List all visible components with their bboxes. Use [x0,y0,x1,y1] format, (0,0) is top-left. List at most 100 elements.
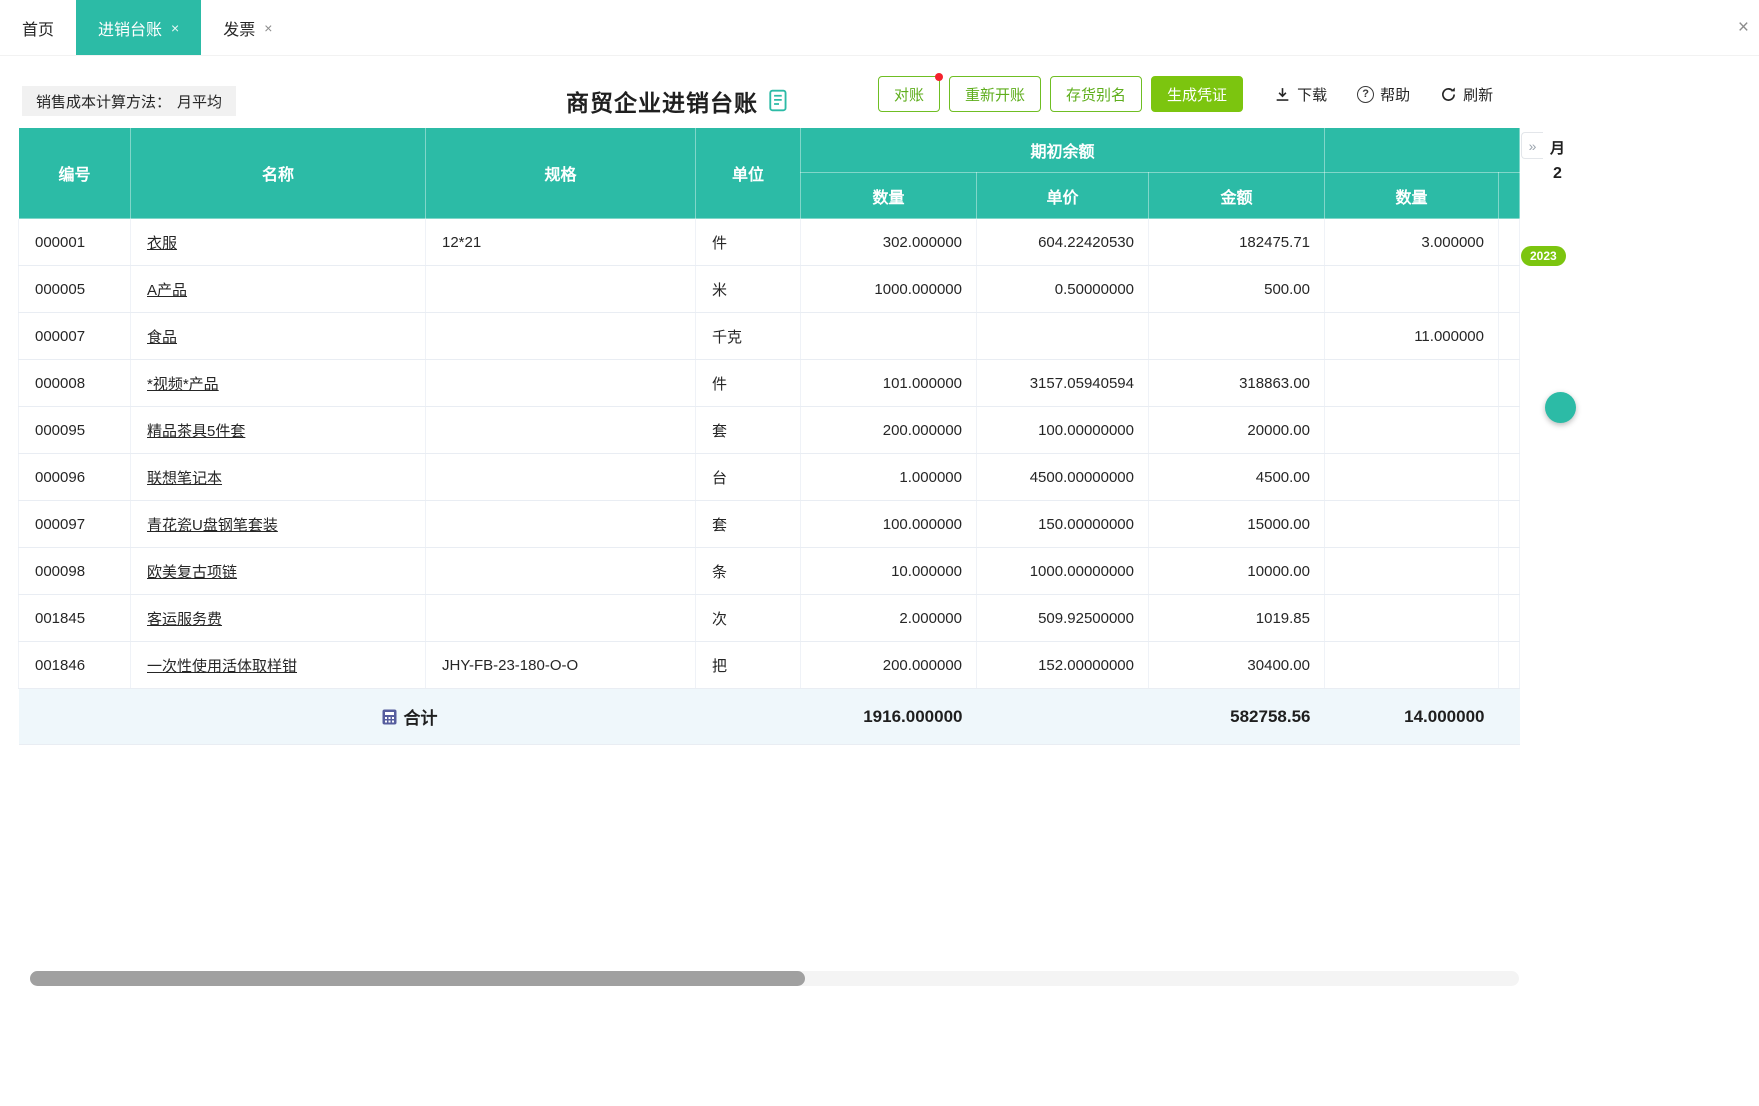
item-name-link[interactable]: 精品茶具5件套 [147,423,245,440]
tab-purchase-sale-ledger[interactable]: 进销台账 × [76,0,202,55]
col-header-code: 编号 [18,127,131,219]
horizontal-scrollbar-thumb[interactable] [30,971,805,986]
cell-opening-price [976,312,1149,360]
year-badge[interactable]: 2023 [1521,246,1566,266]
cell-partial [1498,641,1520,689]
app-window: 首页 进销台账 × 发票 × × 销售成本计算方法： 月平均 商贸企业进销台账 … [0,0,1759,1106]
cell-opening-amount: 20000.00 [1148,406,1325,454]
cell-name: 联想笔记本 [130,453,426,501]
download-button[interactable]: 下载 [1274,84,1327,105]
cell-code: 001845 [18,594,131,642]
cell-code: 000098 [18,547,131,595]
refresh-icon [1440,86,1457,103]
cell-code: 001846 [18,641,131,689]
table-row: 001846 一次性使用活体取样钳 JHY-FB-23-180-O-O 把 20… [18,641,1520,689]
cell-opening-qty: 200.000000 [800,406,977,454]
tab-close-icon[interactable]: × [264,21,272,35]
cell-spec [425,312,696,360]
tab-invoice-label: 发票 [223,21,256,39]
group-header-next-period [1324,127,1520,173]
inventory-alias-label: 存货别名 [1066,86,1127,104]
cell-name: A产品 [130,265,426,313]
refresh-button[interactable]: 刷新 [1440,84,1493,105]
cell-opening-price: 3157.05940594 [976,359,1149,407]
cell-opening-amount: 30400.00 [1148,641,1325,689]
cell-spec [425,547,696,595]
cell-code: 000096 [18,453,131,501]
cell-period-qty [1324,641,1499,689]
text-buttons: 下载 ? 帮助 刷新 [1274,84,1493,105]
cell-period-qty: 3.000000 [1324,218,1499,266]
cell-opening-qty: 1000.000000 [800,265,977,313]
reopen-books-button[interactable]: 重新开账 [949,76,1042,112]
cell-period-qty [1324,265,1499,313]
cell-opening-qty: 2.000000 [800,594,977,642]
cell-unit: 米 [695,265,801,313]
col-header-partial [1498,172,1520,219]
cell-opening-price: 604.22420530 [976,218,1149,266]
cell-opening-price: 152.00000000 [976,641,1149,689]
cell-spec: 12*21 [425,218,696,266]
cell-unit: 把 [695,641,801,689]
cell-spec [425,265,696,313]
cell-name: 一次性使用活体取样钳 [130,641,426,689]
inventory-alias-button[interactable]: 存货别名 [1050,76,1143,112]
cell-opening-qty: 10.000000 [800,547,977,595]
cell-partial [1498,547,1520,595]
toolbar-actions: 对账 重新开账 存货别名 生成凭证 下载 ? 帮助 刷新 [878,73,1493,112]
table-body: 000001 衣服 12*21 件 302.000000 604.2242053… [18,218,1520,689]
cell-opening-amount: 4500.00 [1148,453,1325,501]
total-label-cell: 合计 [18,688,801,745]
calculator-icon [382,709,397,725]
cell-opening-amount: 10000.00 [1148,547,1325,595]
help-button[interactable]: ? 帮助 [1357,84,1410,105]
table-row: 000096 联想笔记本 台 1.000000 4500.00000000 45… [18,453,1520,501]
total-partial [1498,688,1520,745]
reconcile-button[interactable]: 对账 [878,73,944,112]
cell-period-qty [1324,406,1499,454]
item-name-link[interactable]: 客运服务费 [147,611,222,628]
cell-spec: JHY-FB-23-180-O-O [425,641,696,689]
item-name-link[interactable]: 欧美复古项链 [147,564,237,581]
document-icon[interactable] [768,89,790,113]
reopen-label: 重新开账 [965,86,1026,104]
cell-name: 青花瓷U盘钢笔套装 [130,500,426,548]
tab-close-icon[interactable]: × [171,21,179,35]
cell-opening-qty: 302.000000 [800,218,977,266]
tab-invoice[interactable]: 发票 × [201,0,294,55]
col-header-name: 名称 [130,127,426,219]
cell-opening-qty: 100.000000 [800,500,977,548]
item-name-link[interactable]: 一次性使用活体取样钳 [147,658,297,675]
cell-period-qty [1324,547,1499,595]
item-name-link[interactable]: 食品 [147,329,177,346]
panel-collapse-handle[interactable]: » [1521,132,1543,159]
ledger-table: 编号 名称 规格 单位 期初余额 数量 单价 金额 数量 000001 衣服 1… [18,127,1520,745]
notification-dot [935,73,944,81]
tabbar-close-icon[interactable]: × [1738,0,1749,56]
col-header-opening-amount: 金额 [1148,172,1325,219]
cell-unit: 条 [695,547,801,595]
cell-period-qty [1324,500,1499,548]
item-name-link[interactable]: *视频*产品 [147,376,219,393]
page-title-text: 商贸企业进销台账 [566,90,758,116]
item-name-link[interactable]: A产品 [147,282,187,299]
cost-method-value: 月平均 [177,93,223,111]
item-name-link[interactable]: 联想笔记本 [147,470,222,487]
table-row: 000005 A产品 米 1000.000000 0.50000000 500.… [18,265,1520,313]
table-row: 000098 欧美复古项链 条 10.000000 1000.00000000 … [18,547,1520,595]
refresh-label: 刷新 [1463,86,1494,104]
group-header-opening-balance: 期初余额 [800,127,1325,173]
item-name-link[interactable]: 衣服 [147,235,177,252]
item-name-link[interactable]: 青花瓷U盘钢笔套装 [147,517,278,534]
tab-home[interactable]: 首页 [0,0,76,55]
cell-opening-price: 100.00000000 [976,406,1149,454]
floating-action-button[interactable] [1545,392,1576,423]
cell-opening-qty: 1.000000 [800,453,977,501]
cell-opening-amount: 15000.00 [1148,500,1325,548]
cell-partial [1498,218,1520,266]
side-partial-year-text: 2 [1553,165,1562,182]
table-row: 000001 衣服 12*21 件 302.000000 604.2242053… [18,218,1520,266]
cost-method-chip: 销售成本计算方法： 月平均 [22,86,237,116]
col-header-spec: 规格 [425,127,696,219]
generate-voucher-button[interactable]: 生成凭证 [1151,76,1244,112]
